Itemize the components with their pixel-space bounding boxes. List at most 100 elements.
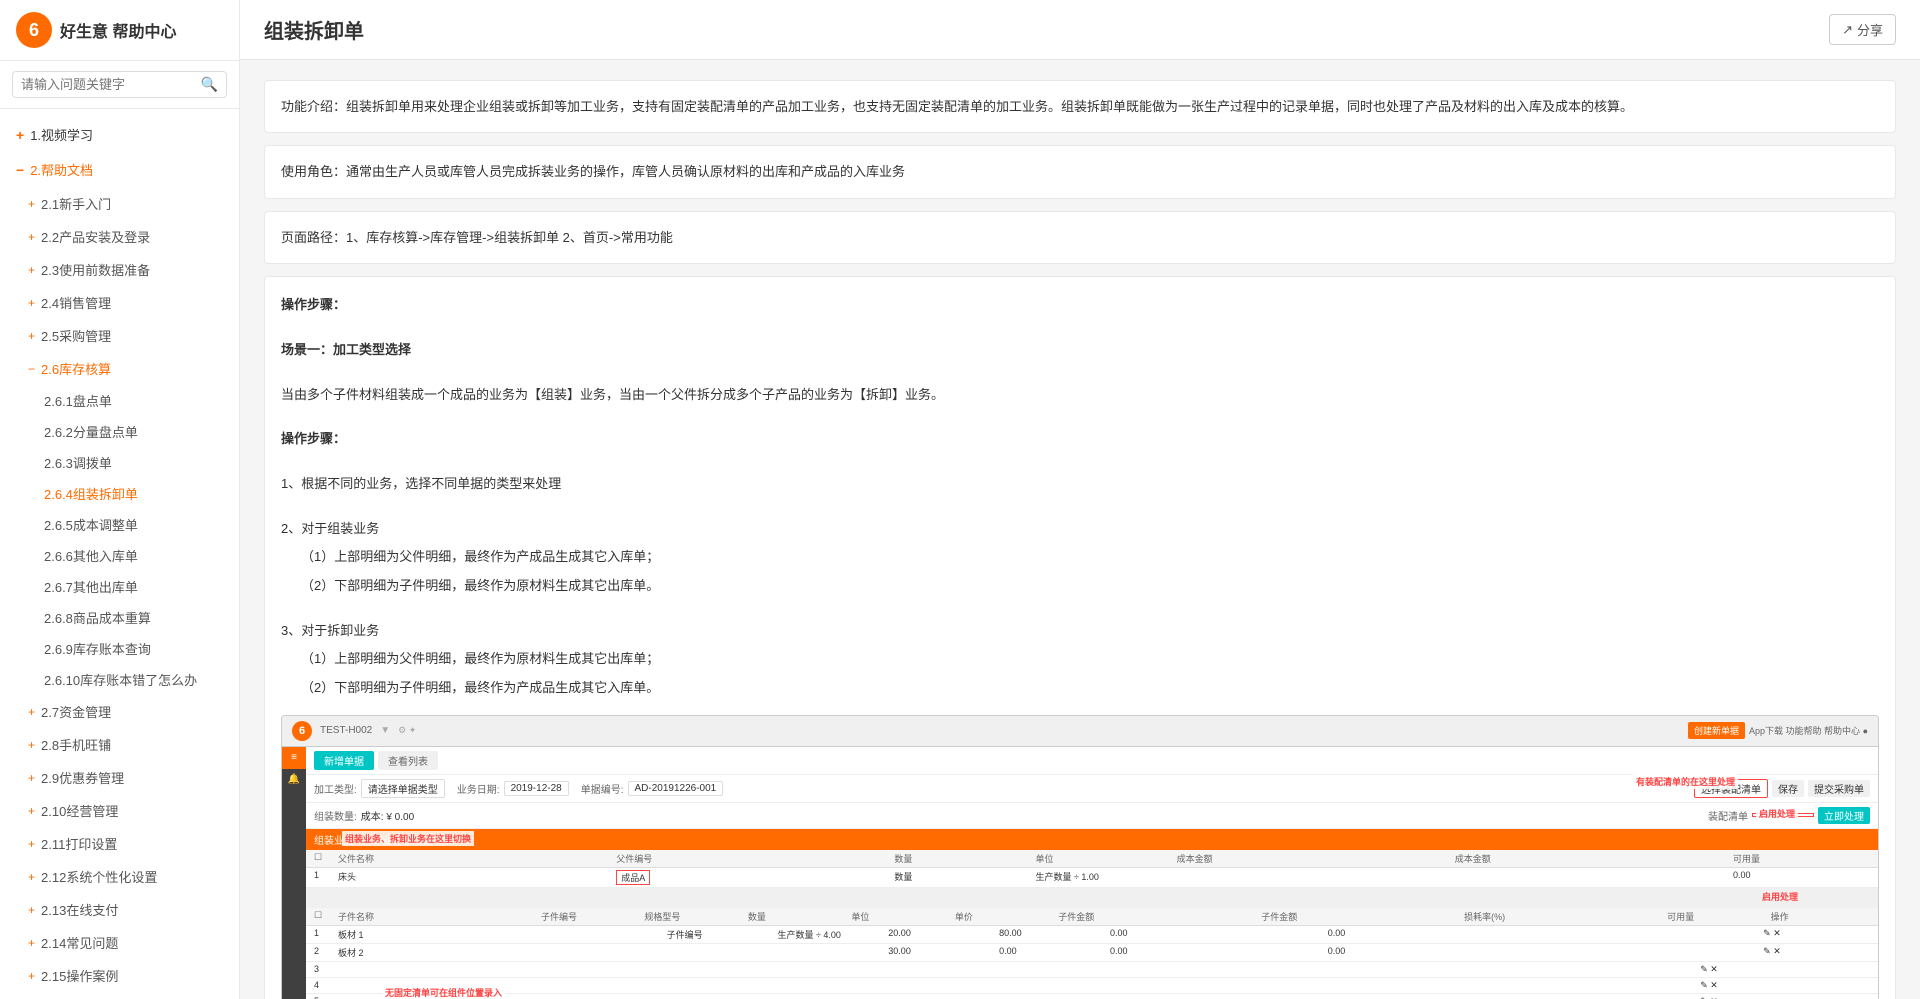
sidebar-item-2-13[interactable]: + 2.13在线支付 xyxy=(0,893,239,926)
sidebar-item-install[interactable]: + 2.2产品安装及登录 xyxy=(0,220,239,253)
sidebar-item-video[interactable]: + 1.视频学习 xyxy=(0,117,239,152)
screen-date-value: 2019-12-28 xyxy=(504,781,569,796)
screen-menu-items: App下载 功能帮助 帮助中心 ● xyxy=(1749,724,1868,737)
nav-section-docs: − 2.帮助文档 + 2.1新手入门 + 2.2产品安装及登录 + 2.3使用前… xyxy=(0,152,239,992)
screen-lower-row2: 2 板材 2 30.00 0.00 0.00 0.00 ✎ ✕ xyxy=(306,944,1878,962)
sidebar-item-purchase[interactable]: + 2.5采购管理 xyxy=(0,319,239,352)
screen-lower-row4: 4 ✎ ✕ xyxy=(306,978,1878,994)
share-button[interactable]: ↗ 分享 xyxy=(1829,14,1896,45)
plus-icon: + xyxy=(28,936,35,950)
screen-row-avail: 0.00 xyxy=(1733,870,1870,885)
sidebar-item-2-6-1[interactable]: 2.6.1盘点单 xyxy=(0,385,239,416)
nav-section-video: + 1.视频学习 xyxy=(0,117,239,152)
screen-row-name: 床头 xyxy=(338,870,612,885)
screen-row-wcost xyxy=(1455,870,1729,885)
sidebar-item-2-10[interactable]: + 2.10经营管理 xyxy=(0,794,239,827)
sidebar-item-2-6-9[interactable]: 2.6.9库存账本查询 xyxy=(0,633,239,664)
sidebar-item-2-6-8[interactable]: 2.6.8商品成本重算 xyxy=(0,602,239,633)
sidebar-item-label: 2.12系统个性化设置 xyxy=(41,867,157,886)
screen-dropdown: ▼ xyxy=(380,725,390,736)
screen-annotation-area: 启用处理 xyxy=(306,888,1878,908)
screen-date-field: 业务日期: 2019-12-28 xyxy=(457,781,569,796)
screen-lrow1-subtotal: 0.00 xyxy=(1110,928,1324,941)
sidebar-item-label: 2.9优惠券管理 xyxy=(41,768,124,787)
screen-new-btn: 创建新单据 xyxy=(1688,722,1745,739)
sidebar-item-2-6-6[interactable]: 2.6.6其他入库单 xyxy=(0,540,239,571)
role-intro-text: 使用角色：通常由生产人员或库管人员完成拆装业务的操作，库管人员确认原材料的出库和… xyxy=(281,160,1879,183)
search-input[interactable] xyxy=(21,77,201,92)
plus-icon: + xyxy=(28,969,35,983)
plus-icon: + xyxy=(28,197,35,211)
sidebar-item-2-7[interactable]: + 2.7资金管理 xyxy=(0,695,239,728)
screen-bom2-field: 装配清单 立即处理 xyxy=(1708,807,1870,824)
sidebar-item-2-6-4[interactable]: 2.6.4组装拆卸单 xyxy=(0,478,239,509)
screen-lrow2-price: 0.00 xyxy=(999,946,1106,959)
role-intro-box: 使用角色：通常由生产人员或库管人员完成拆装业务的操作，库管人员确认原材料的出库和… xyxy=(264,145,1896,198)
sidebar-item-docs[interactable]: − 2.帮助文档 xyxy=(0,152,239,187)
sidebar-item-2-11[interactable]: + 2.11打印设置 xyxy=(0,827,239,860)
screen-lcol-spec: 规格型号 xyxy=(644,910,743,923)
plus-icon: + xyxy=(28,771,35,785)
sidebar-item-label: 2.7资金管理 xyxy=(41,702,111,721)
sidebar-item-2-12[interactable]: + 2.12系统个性化设置 xyxy=(0,860,239,893)
steps-label: 操作步骤： xyxy=(281,427,1879,452)
logo-icon: 6 xyxy=(16,12,52,48)
step3-text: 3、对于拆卸业务 xyxy=(281,619,1879,644)
plus-icon: + xyxy=(28,870,35,884)
sidebar: 6 好生意 帮助中心 🔍 + 1.视频学习 − 2.帮助文档 + 2.1新 xyxy=(0,0,240,999)
sidebar-item-label: 2.10经营管理 xyxy=(41,801,118,820)
search-icon[interactable]: 🔍 xyxy=(201,76,218,93)
sidebar-item-2-6-3[interactable]: 2.6.3调拨单 xyxy=(0,447,239,478)
path-text: 页面路径：1、库存核算->库存管理->组装拆卸单 2、首页->常用功能 xyxy=(281,226,1879,249)
step2-1-text: （1）上部明细为父件明细，最终作为产成品生成其它入库单； xyxy=(281,545,1879,570)
screen-lrow2-unit: 30.00 xyxy=(888,946,995,959)
screen-icons: ⚙ ✦ xyxy=(398,725,416,736)
screen-col-unit: 单位 xyxy=(1035,852,1172,865)
sidebar-item-2-8[interactable]: + 2.8手机旺铺 xyxy=(0,728,239,761)
screen-lcol-childno: 子件编号 xyxy=(541,910,640,923)
screen-billno-value: AD-20191226-001 xyxy=(628,781,724,796)
screen-lrow2-spec xyxy=(667,946,774,959)
sidebar-item-inventory[interactable]: − 2.6库存核算 xyxy=(0,352,239,385)
screen-col-parent: 父件编号 xyxy=(616,852,890,865)
sidebar-item-label: 2.3使用前数据准备 xyxy=(41,260,150,279)
sidebar-item-2-9[interactable]: + 2.9优惠券管理 xyxy=(0,761,239,794)
search-box: 🔍 xyxy=(0,61,239,109)
sidebar-item-sales[interactable]: + 2.4销售管理 xyxy=(0,286,239,319)
screen-lrow4-content xyxy=(338,980,1696,991)
search-wrap[interactable]: 🔍 xyxy=(12,71,227,98)
share-icon: ↗ xyxy=(1842,22,1853,38)
sidebar-item-2-6-10[interactable]: 2.6.10库存账本错了怎么办 xyxy=(0,664,239,695)
screen-lrow1-no2 xyxy=(556,928,663,941)
sidebar-item-2-15[interactable]: + 2.15操作案例 xyxy=(0,959,239,992)
screen-lrow1-avail: ✎ ✕ xyxy=(1763,928,1870,941)
sidebar-item-label: 2.1新手入门 xyxy=(41,194,111,213)
sidebar-item-label: 2.2产品安装及登录 xyxy=(41,227,150,246)
screen-lcol-op: 操作 xyxy=(1771,910,1870,923)
screen-lrow2-subtotal: 0.00 xyxy=(1110,946,1324,959)
screen-lrow2-wcost: 0.00 xyxy=(1328,946,1542,959)
step3-2-text: （2）下部明细为子件明细，最终作为产成品生成其它入库单。 xyxy=(281,676,1879,701)
screen-lrow1-price: 80.00 xyxy=(999,928,1106,941)
sidebar-item-2-6-5[interactable]: 2.6.5成本调整单 xyxy=(0,509,239,540)
steps-block: 操作步骤： 场景一：加工类型选择 当由多个子件材料组装成一个成品的业务为【组装】… xyxy=(264,276,1896,999)
plus-icon: + xyxy=(28,903,35,917)
screen-row-unit: 生产数量 ÷ 1.00 xyxy=(1035,870,1172,885)
screen-lcol-wcost: 子件金额 xyxy=(1261,910,1460,923)
sidebar-item-2-14[interactable]: + 2.14常见问题 xyxy=(0,926,239,959)
sidebar-item-prepare[interactable]: + 2.3使用前数据准备 xyxy=(0,253,239,286)
plus-icon: + xyxy=(28,738,35,752)
sidebar-item-label: 2.帮助文档 xyxy=(30,160,93,179)
screen-field-label: 加工类型: xyxy=(314,781,357,796)
func-intro-box: 功能介绍：组装拆卸单用来处理企业组装或拆卸等加工业务，支持有固定装配清单的产品加… xyxy=(264,80,1896,133)
screen-date-label: 业务日期: xyxy=(457,781,500,796)
sidebar-item-2-6-2[interactable]: 2.6.2分量盘点单 xyxy=(0,416,239,447)
screen-qty-field: 组装数量: 成本: ¥ 0.00 xyxy=(314,808,414,823)
screen-lcol-price: 单价 xyxy=(955,910,1054,923)
screen-col-wcost: 成本金额 xyxy=(1455,852,1729,865)
sidebar-item-newbie[interactable]: + 2.1新手入门 xyxy=(0,187,239,220)
sidebar-item-2-6-7[interactable]: 2.6.7其他出库单 xyxy=(0,571,239,602)
screen-lrow2-no2 xyxy=(556,946,663,959)
main-content: 功能介绍：组装拆卸单用来处理企业组装或拆卸等加工业务，支持有固定装配清单的产品加… xyxy=(240,60,1920,999)
screen-lower-row5: 5 ✎ ✕ xyxy=(306,994,1878,999)
